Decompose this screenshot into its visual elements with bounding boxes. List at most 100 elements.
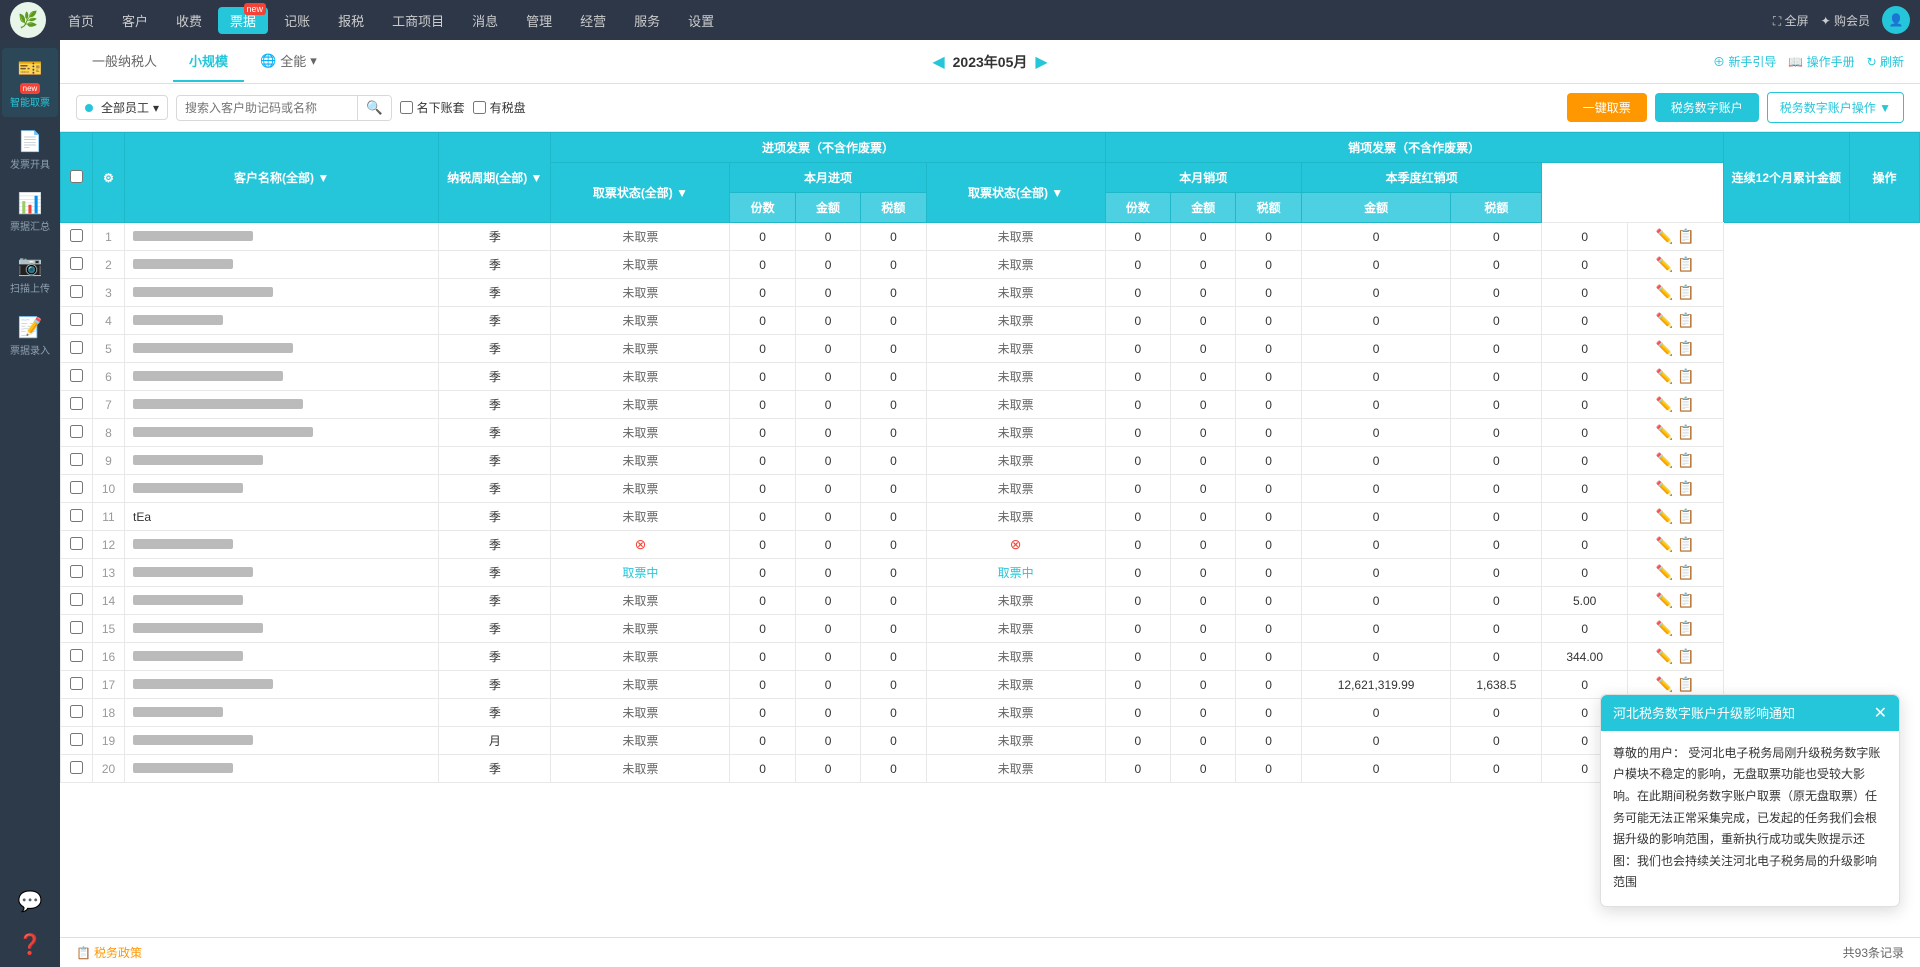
- member-btn[interactable]: ✦ 购会员: [1821, 12, 1870, 29]
- sidebar-item-invoice-open[interactable]: 📄 发票开具: [2, 121, 58, 179]
- edit-btn[interactable]: ✏️: [1656, 228, 1673, 244]
- nav-service[interactable]: 服务: [622, 7, 672, 34]
- copy-btn[interactable]: 📋: [1677, 508, 1694, 524]
- row-checkbox[interactable]: [70, 621, 83, 634]
- refresh-btn[interactable]: ↻ 刷新: [1867, 53, 1904, 70]
- row-client-name[interactable]: [125, 447, 439, 475]
- row-checkbox[interactable]: [70, 509, 83, 522]
- nav-customer[interactable]: 客户: [110, 7, 160, 34]
- nav-message[interactable]: 消息: [460, 7, 510, 34]
- row-client-name[interactable]: [125, 671, 439, 699]
- sidebar-item-help[interactable]: ❓: [2, 924, 58, 967]
- row-client-name[interactable]: [125, 223, 439, 251]
- edit-btn[interactable]: ✏️: [1656, 452, 1673, 468]
- nav-business[interactable]: 工商项目: [380, 7, 456, 34]
- copy-btn[interactable]: 📋: [1677, 284, 1694, 300]
- nav-tax[interactable]: 报税: [326, 7, 376, 34]
- copy-btn[interactable]: 📋: [1677, 424, 1694, 440]
- copy-btn[interactable]: 📋: [1677, 312, 1694, 328]
- edit-btn[interactable]: ✏️: [1656, 648, 1673, 664]
- manual-btn[interactable]: 📖 操作手册: [1788, 53, 1854, 70]
- row-client-name[interactable]: [125, 643, 439, 671]
- sidebar-item-chat[interactable]: 💬: [2, 881, 58, 924]
- digital-account-btn[interactable]: 税务数字账户: [1655, 93, 1759, 122]
- nav-fee[interactable]: 收费: [164, 7, 214, 34]
- row-client-name[interactable]: [125, 391, 439, 419]
- copy-btn[interactable]: 📋: [1677, 480, 1694, 496]
- row-checkbox[interactable]: [70, 369, 83, 382]
- edit-btn[interactable]: ✏️: [1656, 480, 1673, 496]
- tab-small-scale[interactable]: 小规模: [173, 41, 244, 82]
- sidebar-item-scan-upload[interactable]: 📷 扫描上传: [2, 245, 58, 303]
- row-checkbox[interactable]: [70, 537, 83, 550]
- copy-btn[interactable]: 📋: [1677, 452, 1694, 468]
- nav-settings[interactable]: 设置: [676, 7, 726, 34]
- row-checkbox[interactable]: [70, 481, 83, 494]
- row-checkbox[interactable]: [70, 761, 83, 774]
- row-client-name[interactable]: [125, 559, 439, 587]
- employee-select[interactable]: 全部员工 ▾: [76, 95, 168, 120]
- fullscreen-btn[interactable]: ⛶ 全屏: [1773, 12, 1809, 29]
- row-client-name[interactable]: [125, 587, 439, 615]
- row-checkbox[interactable]: [70, 285, 83, 298]
- yijian-quanpiao-btn[interactable]: 一键取票: [1567, 93, 1647, 122]
- nav-bookkeeping[interactable]: 记账: [272, 7, 322, 34]
- row-checkbox[interactable]: [70, 593, 83, 606]
- taxdisk-checkbox[interactable]: [473, 101, 486, 114]
- edit-btn[interactable]: ✏️: [1656, 676, 1673, 692]
- row-client-name[interactable]: [125, 307, 439, 335]
- row-client-name[interactable]: [125, 699, 439, 727]
- edit-btn[interactable]: ✏️: [1656, 564, 1673, 580]
- edit-btn[interactable]: ✏️: [1656, 396, 1673, 412]
- checkbox-accountbook[interactable]: 名下账套: [400, 99, 465, 116]
- notif-close-btn[interactable]: ✕: [1874, 703, 1887, 723]
- row-client-name[interactable]: [125, 755, 439, 783]
- edit-btn[interactable]: ✏️: [1656, 312, 1673, 328]
- edit-btn[interactable]: ✏️: [1656, 508, 1673, 524]
- row-checkbox[interactable]: [70, 313, 83, 326]
- row-client-name[interactable]: [125, 279, 439, 307]
- copy-btn[interactable]: 📋: [1677, 564, 1694, 580]
- copy-btn[interactable]: 📋: [1677, 256, 1694, 272]
- edit-btn[interactable]: ✏️: [1656, 620, 1673, 636]
- row-checkbox[interactable]: [70, 705, 83, 718]
- tab-general-taxpayer[interactable]: 一般纳税人: [76, 41, 173, 82]
- row-checkbox[interactable]: [70, 733, 83, 746]
- row-checkbox[interactable]: [70, 257, 83, 270]
- row-checkbox[interactable]: [70, 341, 83, 354]
- row-client-name[interactable]: [125, 419, 439, 447]
- checkbox-taxdisk[interactable]: 有税盘: [473, 99, 526, 116]
- edit-btn[interactable]: ✏️: [1656, 284, 1673, 300]
- search-input[interactable]: [177, 97, 357, 119]
- row-checkbox[interactable]: [70, 565, 83, 578]
- edit-btn[interactable]: ✏️: [1656, 368, 1673, 384]
- period-prev-btn[interactable]: ◀: [932, 52, 944, 72]
- period-next-btn[interactable]: ▶: [1035, 52, 1047, 72]
- copy-btn[interactable]: 📋: [1677, 396, 1694, 412]
- edit-btn[interactable]: ✏️: [1656, 592, 1673, 608]
- copy-btn[interactable]: 📋: [1677, 228, 1694, 244]
- row-client-name[interactable]: [125, 335, 439, 363]
- copy-btn[interactable]: 📋: [1677, 648, 1694, 664]
- row-checkbox[interactable]: [70, 425, 83, 438]
- row-checkbox[interactable]: [70, 677, 83, 690]
- row-checkbox[interactable]: [70, 649, 83, 662]
- nav-home[interactable]: 首页: [56, 7, 106, 34]
- tab-all[interactable]: 🌐 全能 ▾: [244, 41, 333, 82]
- row-checkbox[interactable]: [70, 453, 83, 466]
- row-client-name[interactable]: [125, 531, 439, 559]
- copy-btn[interactable]: 📋: [1677, 340, 1694, 356]
- tax-policy-link[interactable]: 📋 税务政策: [76, 944, 142, 961]
- row-client-name[interactable]: [125, 475, 439, 503]
- sidebar-item-smart-ticket[interactable]: 🎫 new 智能取票: [2, 48, 58, 117]
- row-client-name[interactable]: [125, 615, 439, 643]
- edit-btn[interactable]: ✏️: [1656, 256, 1673, 272]
- nav-manage[interactable]: 管理: [514, 7, 564, 34]
- accountbook-checkbox[interactable]: [400, 101, 413, 114]
- nav-operate[interactable]: 经营: [568, 7, 618, 34]
- row-checkbox[interactable]: [70, 397, 83, 410]
- row-client-name[interactable]: [125, 727, 439, 755]
- edit-btn[interactable]: ✏️: [1656, 536, 1673, 552]
- edit-btn[interactable]: ✏️: [1656, 340, 1673, 356]
- digital-account-action-btn[interactable]: 税务数字账户操作 ▼: [1767, 92, 1904, 123]
